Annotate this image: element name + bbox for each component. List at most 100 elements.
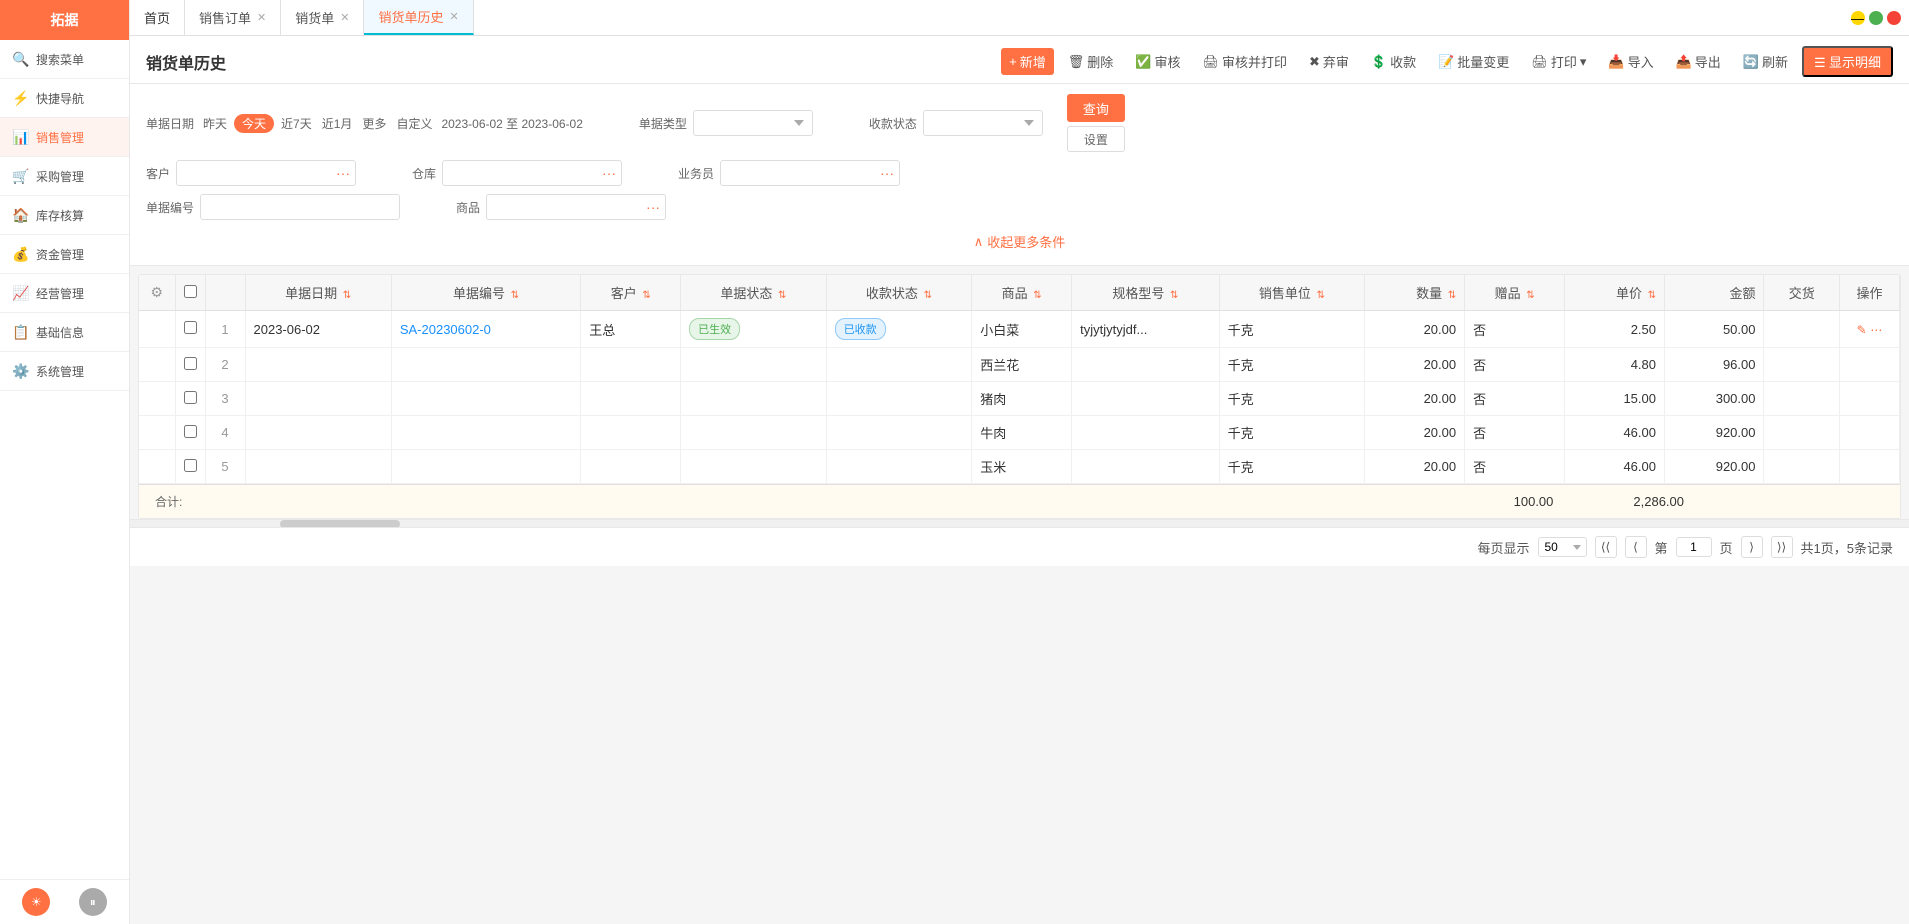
row-check-2[interactable] <box>175 382 205 416</box>
row-check-3[interactable] <box>175 416 205 450</box>
select-all-checkbox[interactable] <box>184 285 197 298</box>
row-checkbox-4[interactable] <box>184 459 197 472</box>
more-conditions-toggle[interactable]: ∧ 收起更多条件 <box>146 228 1893 255</box>
sidebar-bottom-btn-1[interactable]: ☀ <box>22 888 50 916</box>
page-size-select[interactable]: 50 100 200 <box>1538 537 1587 557</box>
first-page-button[interactable]: ⟨⟨ <box>1595 536 1617 558</box>
tab-sales-goods-close[interactable]: ✕ <box>340 11 349 24</box>
sidebar-item-finance-mgmt[interactable]: 💰 资金管理 <box>0 235 129 274</box>
row-checkbox-0[interactable] <box>184 321 197 334</box>
shortcut-custom[interactable]: 自定义 <box>393 114 435 133</box>
staff-input[interactable] <box>720 160 900 186</box>
horizontal-scrollbar[interactable] <box>130 519 1909 527</box>
col-payment-status[interactable]: 收款状态 ⇅ <box>826 275 972 311</box>
col-unit-price[interactable]: 单价 ⇅ <box>1565 275 1665 311</box>
sidebar-item-search-menu[interactable]: 🔍 搜索菜单 <box>0 40 129 79</box>
sort-unit-price-icon[interactable]: ⇅ <box>1648 290 1656 301</box>
col-customer[interactable]: 客户 ⇅ <box>581 275 681 311</box>
delete-button[interactable]: 🗑 删除 <box>1060 48 1122 75</box>
edit-action-0[interactable]: ✎ <box>1857 323 1867 337</box>
shortcut-yesterday[interactable]: 昨天 <box>200 114 230 133</box>
row-doc-no-0[interactable]: SA-20230602-0 <box>391 311 580 348</box>
sort-doc-status-icon[interactable]: ⇅ <box>778 290 786 301</box>
customer-dots-icon[interactable]: ··· <box>336 165 350 181</box>
row-doc-no-2[interactable] <box>391 382 580 416</box>
sidebar-item-system-mgmt[interactable]: ⚙️ 系统管理 <box>0 352 129 391</box>
warehouse-input[interactable] <box>442 160 622 186</box>
sidebar-item-purchase-mgmt[interactable]: 🛒 采购管理 <box>0 157 129 196</box>
table-gear-icon[interactable]: ⚙ <box>150 284 163 300</box>
sidebar-item-quick-nav[interactable]: ⚡ 快捷导航 <box>0 79 129 118</box>
sidebar-item-operation-mgmt[interactable]: 📈 经营管理 <box>0 274 129 313</box>
collect-button[interactable]: 💲 收款 <box>1363 48 1424 75</box>
staff-dots-icon[interactable]: ··· <box>880 165 894 181</box>
prev-page-button[interactable]: ⟨ <box>1625 536 1647 558</box>
last-page-button[interactable]: ⟩⟩ <box>1771 536 1793 558</box>
audit-button[interactable]: ✅ 审核 <box>1127 48 1188 75</box>
query-button[interactable]: 查询 <box>1067 94 1125 122</box>
new-button[interactable]: + 新增 <box>1001 48 1054 75</box>
row-checkbox-2[interactable] <box>184 391 197 404</box>
sort-doc-no-icon[interactable]: ⇅ <box>511 290 519 301</box>
print-button[interactable]: 🖨 打印 ▾ <box>1523 48 1594 75</box>
tab-home[interactable]: 首页 <box>130 0 185 35</box>
row-doc-no-3[interactable] <box>391 416 580 450</box>
shortcut-today[interactable]: 今天 <box>234 114 274 133</box>
close-btn[interactable] <box>1887 11 1901 25</box>
doc-no-input[interactable] <box>200 194 400 220</box>
col-goods[interactable]: 商品 ⇅ <box>972 275 1072 311</box>
col-gift[interactable]: 赠品 ⇅ <box>1465 275 1565 311</box>
row-checkbox-3[interactable] <box>184 425 197 438</box>
tab-sales-goods-history[interactable]: 销货单历史 ✕ <box>364 0 473 35</box>
sidebar-item-sales-mgmt[interactable]: 📊 销售管理 <box>0 118 129 157</box>
tab-sales-order[interactable]: 销售订单 ✕ <box>185 0 281 35</box>
col-doc-status[interactable]: 单据状态 ⇅ <box>681 275 827 311</box>
tab-sales-order-close[interactable]: ✕ <box>257 11 266 24</box>
sort-payment-status-icon[interactable]: ⇅ <box>924 290 932 301</box>
batch-change-button[interactable]: 📝 批量变更 <box>1430 48 1517 75</box>
sidebar-item-inventory-calc[interactable]: 🏠 库存核算 <box>0 196 129 235</box>
sidebar-item-basic-info[interactable]: 📋 基础信息 <box>0 313 129 352</box>
col-check[interactable] <box>175 275 205 311</box>
goods-input[interactable] <box>486 194 666 220</box>
maximize-btn[interactable] <box>1869 11 1883 25</box>
refresh-button[interactable]: 🔄 刷新 <box>1735 48 1796 75</box>
sort-quantity-icon[interactable]: ⇅ <box>1448 290 1456 301</box>
sort-customer-icon[interactable]: ⇅ <box>642 290 650 301</box>
import-button[interactable]: 📥 导入 <box>1600 48 1661 75</box>
page-input[interactable] <box>1676 537 1712 557</box>
audit-print-button[interactable]: 🖨 审核并打印 <box>1194 48 1295 75</box>
abandon-button[interactable]: ✖ 弃审 <box>1301 48 1357 75</box>
minimize-btn[interactable]: — <box>1851 11 1865 25</box>
row-check-0[interactable] <box>175 311 205 348</box>
row-check-1[interactable] <box>175 348 205 382</box>
col-doc-date[interactable]: 单据日期 ⇅ <box>245 275 391 311</box>
display-detail-button[interactable]: ☰ 显示明细 <box>1802 46 1893 77</box>
settings-button[interactable]: 设置 <box>1067 126 1125 152</box>
row-doc-no-4[interactable] <box>391 450 580 484</box>
row-check-4[interactable] <box>175 450 205 484</box>
shortcut-more[interactable]: 更多 <box>359 114 389 133</box>
sort-gift-icon[interactable]: ⇅ <box>1526 290 1534 301</box>
col-quantity[interactable]: 数量 ⇅ <box>1365 275 1465 311</box>
export-button[interactable]: 📤 导出 <box>1668 48 1729 75</box>
row-doc-no-1[interactable] <box>391 348 580 382</box>
sort-spec-icon[interactable]: ⇅ <box>1170 290 1178 301</box>
shortcut-last7[interactable]: 近7天 <box>278 114 315 133</box>
col-doc-no[interactable]: 单据编号 ⇅ <box>391 275 580 311</box>
tab-sales-goods-history-close[interactable]: ✕ <box>450 10 459 23</box>
warehouse-dots-icon[interactable]: ··· <box>602 165 616 181</box>
row-checkbox-1[interactable] <box>184 357 197 370</box>
goods-dots-icon[interactable]: ··· <box>646 199 660 215</box>
col-settings[interactable]: ⚙ <box>139 275 175 311</box>
sidebar-bottom-btn-2[interactable]: ⏸ <box>79 888 107 916</box>
more-action-0[interactable]: ⋯ <box>1870 323 1882 337</box>
shortcut-last1m[interactable]: 近1月 <box>319 114 356 133</box>
doc-type-select[interactable] <box>693 110 813 136</box>
sort-doc-date-icon[interactable]: ⇅ <box>343 290 351 301</box>
tab-sales-goods[interactable]: 销货单 ✕ <box>281 0 364 35</box>
sort-goods-icon[interactable]: ⇅ <box>1033 290 1041 301</box>
col-spec[interactable]: 规格型号 ⇅ <box>1072 275 1220 311</box>
collection-status-select[interactable] <box>923 110 1043 136</box>
sort-sales-unit-icon[interactable]: ⇅ <box>1317 290 1325 301</box>
